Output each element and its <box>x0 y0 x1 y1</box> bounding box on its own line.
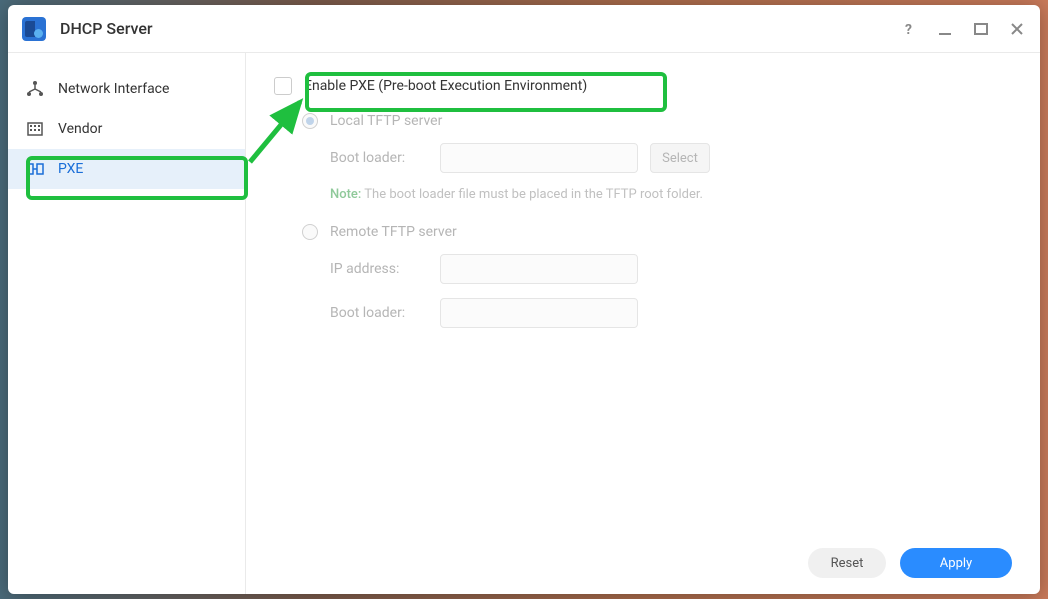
minimize-icon[interactable] <box>936 20 954 38</box>
network-interface-icon <box>26 80 44 98</box>
pxe-options: Local TFTP server Boot loader: Select No… <box>274 113 1012 342</box>
boot-loader-row: Boot loader: Select <box>302 143 1012 173</box>
sidebar-item-vendor[interactable]: Vendor <box>8 109 245 149</box>
remote-tftp-row: Remote TFTP server <box>302 224 1012 240</box>
boot-loader2-input[interactable] <box>440 298 638 328</box>
boot-loader-input[interactable] <box>440 143 638 173</box>
ip-address-input[interactable] <box>440 254 638 284</box>
vendor-icon <box>26 120 44 138</box>
enable-pxe-label: Enable PXE (Pre-boot Execution Environme… <box>304 78 587 94</box>
close-icon[interactable] <box>1008 20 1026 38</box>
apply-button[interactable]: Apply <box>900 548 1012 578</box>
ip-address-label: IP address: <box>330 261 440 277</box>
enable-pxe-row: Enable PXE (Pre-boot Execution Environme… <box>274 77 1012 95</box>
boot-loader2-label: Boot loader: <box>330 305 440 321</box>
window-title: DHCP Server <box>60 19 153 38</box>
boot-loader2-row: Boot loader: <box>302 298 1012 328</box>
note-text: The boot loader file must be placed in t… <box>361 187 703 202</box>
sidebar: Network Interface Vendor PXE <box>8 53 246 594</box>
pxe-icon <box>26 160 44 178</box>
select-button[interactable]: Select <box>650 143 710 173</box>
app-icon <box>22 17 46 41</box>
local-tftp-row: Local TFTP server <box>302 113 1012 129</box>
sidebar-item-label: PXE <box>58 161 83 177</box>
window-controls: ? <box>900 20 1026 38</box>
window-body: Network Interface Vendor PXE Enable PXE … <box>8 53 1040 594</box>
reset-button[interactable]: Reset <box>808 548 886 578</box>
titlebar: DHCP Server ? <box>8 5 1040 53</box>
svg-text:?: ? <box>905 22 912 37</box>
sidebar-item-network-interface[interactable]: Network Interface <box>8 69 245 109</box>
sidebar-item-label: Vendor <box>58 121 102 137</box>
boot-loader-label: Boot loader: <box>330 150 440 166</box>
footer: Reset Apply <box>274 534 1012 578</box>
enable-pxe-checkbox[interactable] <box>274 77 292 95</box>
sidebar-item-label: Network Interface <box>58 81 169 97</box>
help-icon[interactable]: ? <box>900 20 918 38</box>
ip-address-row: IP address: <box>302 254 1012 284</box>
maximize-icon[interactable] <box>972 20 990 38</box>
main-panel: Enable PXE (Pre-boot Execution Environme… <box>246 53 1040 594</box>
remote-tftp-radio[interactable] <box>302 224 318 240</box>
app-window: DHCP Server ? Network Interface <box>8 5 1040 594</box>
remote-tftp-label: Remote TFTP server <box>330 224 457 240</box>
note-row: Note: The boot loader file must be place… <box>302 187 1012 202</box>
local-tftp-radio[interactable] <box>302 113 318 129</box>
local-tftp-label: Local TFTP server <box>330 113 442 129</box>
sidebar-item-pxe[interactable]: PXE <box>8 149 245 189</box>
note-label: Note: <box>330 187 361 202</box>
